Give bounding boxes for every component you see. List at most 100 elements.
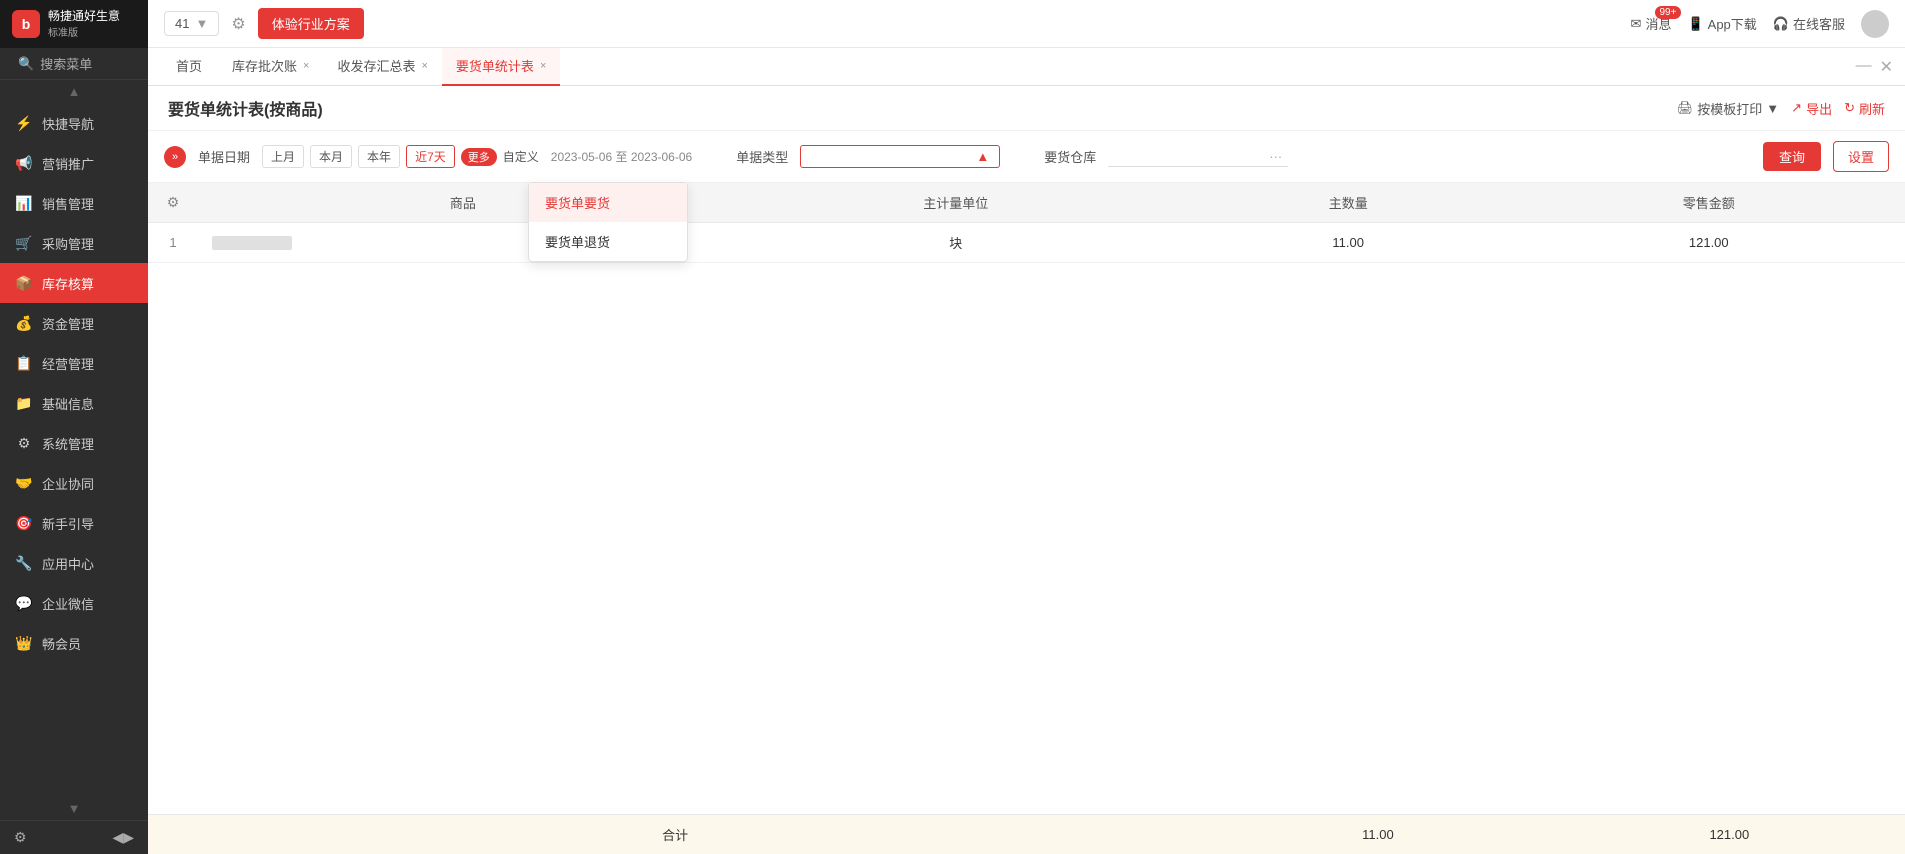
sidebar-search[interactable]: 🔍 搜索菜单 [0,48,148,80]
main-area: 41 ▼ ⚙ 体验行业方案 ✉ 消息 99+ 📱 App下载 🎧 在线客服 [148,0,1905,854]
online-service-btn[interactable]: 🎧 在线客服 [1773,14,1845,33]
page-inner: 要货单统计表(按商品) 🖨 按模板打印 ▼ ↗ 导出 ↻ 刷新 [148,86,1905,854]
member-icon: 👑 [14,633,34,653]
dropdown-item-order[interactable]: 要货单要货 [529,183,687,222]
date-btn-this-month[interactable]: 本月 [310,145,352,168]
filter-settings-btn[interactable]: 设置 [1833,141,1889,172]
type-dropdown: 要货单要货 要货单退货 [528,182,688,262]
search-icon: 🔍 [18,56,34,72]
store-dropdown-icon: ▼ [195,16,208,31]
footer-amount: 121.00 [1554,827,1905,842]
user-avatar-btn[interactable] [1861,10,1889,38]
cell-amount: 121.00 [1513,223,1905,263]
tabs-bar: 首页 库存批次账 × 收发存汇总表 × 要货单统计表 × — ✕ [148,48,1905,86]
refresh-btn[interactable]: ↻ 刷新 [1844,99,1885,118]
finance-icon: 💰 [14,313,34,333]
app-center-icon: 🔧 [14,553,34,573]
sidebar-item-sales[interactable]: 📊 销售管理 [0,183,148,223]
print-dropdown-icon: ▼ [1766,101,1779,116]
tab-collection-summary[interactable]: 收发存汇总表 × [323,48,441,86]
th-amount: 零售金额 [1513,183,1905,223]
date-shortcuts: 上月 本月 本年 近7天 更多 自定义 [262,145,539,168]
tab-batch-account-close[interactable]: × [303,60,309,72]
warehouse-label: 要货仓库 [1044,147,1096,166]
print-btn[interactable]: 🖨 按模板打印 ▼ [1677,99,1779,118]
export-btn[interactable]: ↗ 导出 [1791,99,1832,118]
sidebar: b 畅捷通好生意 标准版 🔍 搜索菜单 ▲ ⚡ 快捷导航 📢 营销推广 📊 销售… [0,0,148,854]
table-header-row: ⚙ 商品 主计量单位 主数量 零 [148,183,1905,223]
online-service-icon: 🎧 [1773,16,1789,32]
sidebar-item-system[interactable]: ⚙ 系统管理 [0,423,148,463]
table-wrap: ⚙ 商品 主计量单位 主数量 零 [148,183,1905,814]
date-more-btn[interactable]: 更多 [461,148,497,166]
store-selector[interactable]: 41 ▼ [164,11,219,36]
wechat-icon: 💬 [14,593,34,613]
sidebar-item-marketing[interactable]: 📢 营销推广 [0,143,148,183]
sidebar-item-guide[interactable]: 🎯 新手引导 [0,503,148,543]
page-content: 要货单统计表(按商品) 🖨 按模板打印 ▼ ↗ 导出 ↻ 刷新 [148,86,1905,854]
system-icon: ⚙ [14,433,34,453]
trial-btn[interactable]: 体验行业方案 [258,8,364,39]
basic-info-icon: 📁 [14,393,34,413]
filter-row: » 单据日期 上月 本月 本年 近7天 更多 自定义 2023-05-06 至 … [164,141,1889,172]
cell-num: 1 [148,223,198,263]
app-download-btn[interactable]: 📱 App下载 [1687,14,1756,33]
tab-batch-account[interactable]: 库存批次账 × [218,48,323,86]
topbar-settings-icon[interactable]: ⚙ [231,14,245,34]
warehouse-dots[interactable]: ··· [1269,149,1282,164]
th-settings[interactable]: ⚙ [148,183,198,223]
sidebar-item-operations[interactable]: 📋 经营管理 [0,343,148,383]
sidebar-item-wechat[interactable]: 💬 企业微信 [0,583,148,623]
tab-order-summary-close[interactable]: × [540,60,546,72]
sidebar-item-quick-nav[interactable]: ⚡ 快捷导航 [0,103,148,143]
export-icon: ↗ [1791,100,1802,116]
window-close[interactable]: ✕ [1880,57,1893,77]
warehouse-select[interactable]: ··· [1108,147,1288,167]
tab-home[interactable]: 首页 [160,48,218,86]
sidebar-item-member[interactable]: 👑 畅会员 [0,623,148,663]
tab-collection-summary-close[interactable]: × [421,60,427,72]
date-custom-btn[interactable]: 自定义 [503,148,539,165]
page-title: 要货单统计表(按商品) [168,96,323,120]
date-range-text: 2023-05-06 至 2023-06-06 [551,148,692,165]
messages-btn[interactable]: ✉ 消息 99+ [1631,14,1672,33]
app-download-icon: 📱 [1687,16,1703,32]
cell-quantity: 11.00 [1184,223,1513,263]
sidebar-logo: b 畅捷通好生意 标准版 [0,0,148,48]
type-select[interactable]: ▲ [800,145,1000,168]
type-label: 单据类型 [736,147,788,166]
filter-expand-btn[interactable]: » [164,146,186,168]
store-name: 41 [175,16,189,31]
sidebar-item-purchase[interactable]: 🛒 采购管理 [0,223,148,263]
sidebar-item-app-center[interactable]: 🔧 应用中心 [0,543,148,583]
table-settings-icon[interactable]: ⚙ [167,194,180,210]
sidebar-item-inventory[interactable]: 📦 库存核算 [0,263,148,303]
window-minimize[interactable]: — [1856,57,1872,77]
purchase-icon: 🛒 [14,233,34,253]
tab-order-summary[interactable]: 要货单统计表 × [442,48,560,86]
window-controls: — ✕ [1856,57,1893,77]
messages-badge: 99+ [1655,6,1682,19]
sidebar-scroll-down[interactable]: ▼ [0,797,148,820]
sidebar-item-enterprise[interactable]: 🤝 企业协同 [0,463,148,503]
date-label: 单据日期 [198,147,250,166]
query-btn[interactable]: 查询 [1763,142,1821,171]
dropdown-item-return[interactable]: 要货单退货 [529,222,687,261]
date-btn-last-month[interactable]: 上月 [262,145,304,168]
sidebar-item-finance[interactable]: 💰 资金管理 [0,303,148,343]
table-row: 1 块 11.00 121.00 [148,223,1905,263]
inventory-icon: 📦 [14,273,34,293]
th-quantity: 主数量 [1184,183,1513,223]
logo-text: 畅捷通好生意 [48,9,120,25]
settings-icon[interactable]: ⚙ [14,829,27,846]
collapse-icon[interactable]: ◀▶ [112,829,134,846]
date-btn-recent7[interactable]: 近7天 [406,145,455,168]
th-unit: 主计量单位 [728,183,1184,223]
sidebar-item-basic-info[interactable]: 📁 基础信息 [0,383,148,423]
marketing-icon: 📢 [14,153,34,173]
filter-bar: » 单据日期 上月 本月 本年 近7天 更多 自定义 2023-05-06 至 … [148,131,1905,183]
sidebar-scroll-up[interactable]: ▲ [0,80,148,103]
table-footer: 合计 11.00 121.00 [148,814,1905,854]
refresh-icon: ↻ [1844,100,1855,116]
date-btn-this-year[interactable]: 本年 [358,145,400,168]
